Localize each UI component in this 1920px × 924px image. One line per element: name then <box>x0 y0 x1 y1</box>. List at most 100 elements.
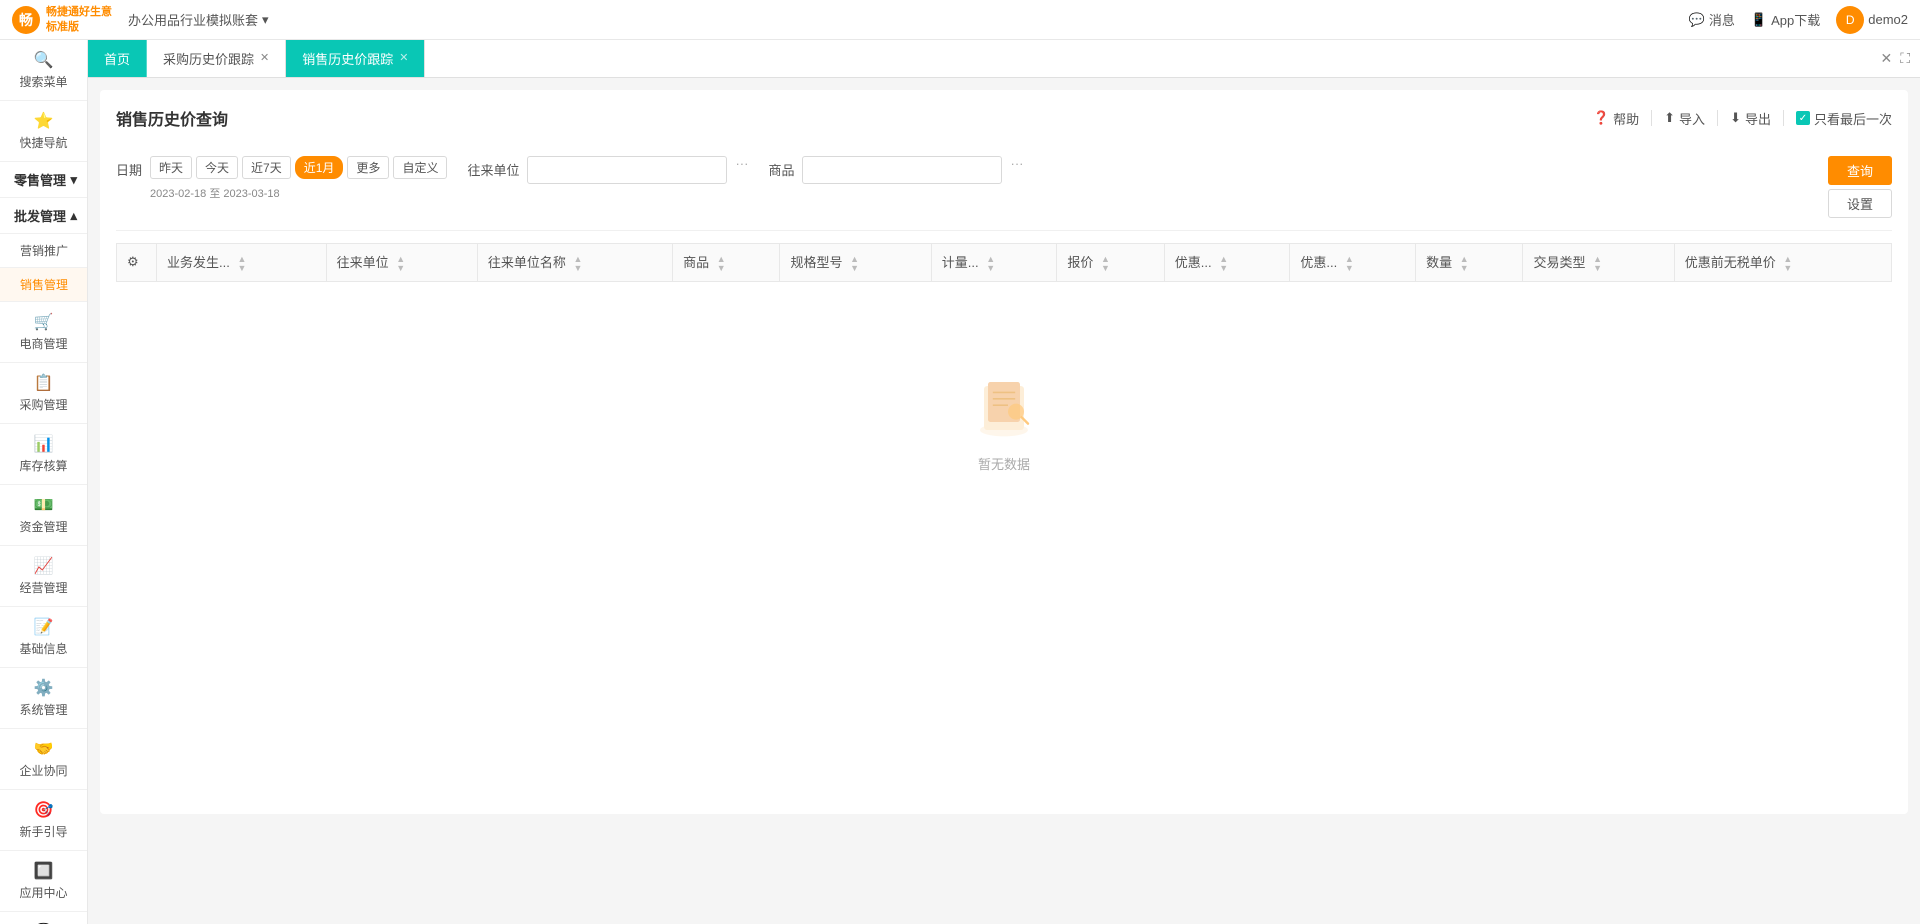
date-btn-yesterday[interactable]: 昨天 <box>150 156 192 179</box>
sidebar-label-retail: 零售管理 <box>14 170 66 189</box>
sidebar-item-ecommerce[interactable]: 🛒 电商管理 <box>0 302 87 363</box>
import-icon: ⬆ <box>1664 110 1675 126</box>
col-price[interactable]: 报价 ▲▼ <box>1057 244 1164 282</box>
system-icon: ⚙️ <box>34 678 54 698</box>
sidebar-label-ecommerce: 电商管理 <box>19 335 67 352</box>
tab-close-all-button[interactable]: ✕ <box>1880 50 1892 67</box>
data-table: ⚙ 业务发生... ▲▼ 往来单位 ▲▼ 往来单位名称 <box>116 243 1892 282</box>
date-btn-custom[interactable]: 自定义 <box>393 156 447 179</box>
table-header-row: ⚙ 业务发生... ▲▼ 往来单位 ▲▼ 往来单位名称 <box>117 244 1892 282</box>
app-icon: 📱 <box>1751 12 1767 28</box>
sidebar-item-retail[interactable]: 零售管理 ▾ <box>0 162 87 198</box>
app-download-button[interactable]: 📱 App下载 <box>1751 10 1820 29</box>
wholesale-expand-icon: ▴ <box>70 208 77 224</box>
tab-purchase-history-label: 采购历史价跟踪 <box>163 49 254 68</box>
help-label: 帮助 <box>1613 109 1639 128</box>
sort-goods: ▲▼ <box>717 255 726 273</box>
last-once-checkbox[interactable]: ✓ <box>1796 111 1810 125</box>
col-goods[interactable]: 商品 ▲▼ <box>673 244 780 282</box>
date-filter-group: 日期 昨天 今天 近7天 近1月 更多 自定义 2023-02-18 至 202… <box>116 156 447 201</box>
col-qty[interactable]: 数量 ▲▼ <box>1416 244 1523 282</box>
tab-fullscreen-button[interactable]: ⛶ <box>1900 50 1910 67</box>
ecommerce-icon: 🛒 <box>34 312 54 332</box>
sort-discount2: ▲▼ <box>1345 255 1354 273</box>
col-partner-name[interactable]: 往来单位名称 ▲▼ <box>477 244 672 282</box>
sidebar-item-collaboration[interactable]: 🤝 企业协同 <box>0 729 87 790</box>
date-btn-7days[interactable]: 近7天 <box>242 156 291 179</box>
last-once-area[interactable]: ✓ 只看最后一次 <box>1796 109 1892 128</box>
tab-purchase-history[interactable]: 采购历史价跟踪 ✕ <box>147 40 286 77</box>
sidebar-item-search[interactable]: 🔍 搜索菜单 <box>0 40 87 101</box>
col-spec[interactable]: 规格型号 ▲▼ <box>780 244 931 282</box>
retail-expand-icon: ▾ <box>70 172 77 188</box>
col-partner-code[interactable]: 往来单位 ▲▼ <box>326 244 477 282</box>
sidebar-label-search: 搜索菜单 <box>19 73 67 90</box>
sidebar-item-system[interactable]: ⚙️ 系统管理 <box>0 668 87 729</box>
sidebar-item-finance[interactable]: 💵 资金管理 <box>0 485 87 546</box>
col-trade-type[interactable]: 交易类型 ▲▼ <box>1523 244 1674 282</box>
action-separator-3 <box>1783 110 1784 126</box>
sidebar-item-inventory[interactable]: 📊 库存核算 <box>0 424 87 485</box>
settings-gear-icon[interactable]: ⚙ <box>127 254 139 269</box>
last-once-label: 只看最后一次 <box>1814 109 1892 128</box>
user-area[interactable]: D demo2 <box>1836 6 1908 34</box>
date-btn-1month[interactable]: 近1月 <box>295 156 344 179</box>
sidebar-item-operations[interactable]: 📈 经营管理 <box>0 546 87 607</box>
date-btn-today[interactable]: 今天 <box>196 156 238 179</box>
action-separator-1 <box>1651 110 1652 126</box>
top-header: 畅 畅捷通好生意 标准版 办公用品行业模拟账套 ▾ 💬 消息 📱 App下载 D… <box>0 0 1920 40</box>
sidebar-item-wechat[interactable]: 💬 企业微信 <box>0 912 87 924</box>
sidebar-item-purchase[interactable]: 📋 采购管理 <box>0 363 87 424</box>
date-options: 昨天 今天 近7天 近1月 更多 自定义 2023-02-18 至 2023-0… <box>150 156 447 201</box>
page-actions: ❓ 帮助 ⬆ 导入 ⬇ 导出 <box>1593 109 1892 128</box>
sidebar-label-guide: 新手引导 <box>19 823 67 840</box>
help-icon: ❓ <box>1593 110 1609 126</box>
page-card: 销售历史价查询 ❓ 帮助 ⬆ 导入 ⬇ <box>100 90 1908 814</box>
export-icon: ⬇ <box>1730 110 1741 126</box>
sidebar-item-shortcuts[interactable]: ⭐ 快捷导航 <box>0 101 87 162</box>
tab-home-label: 首页 <box>104 49 130 68</box>
col-biz-date[interactable]: 业务发生... ▲▼ <box>157 244 327 282</box>
col-discount1[interactable]: 优惠... ▲▼ <box>1164 244 1290 282</box>
tab-purchase-close-icon[interactable]: ✕ <box>260 53 269 64</box>
company-dropdown-icon: ▾ <box>262 12 269 28</box>
partner-input[interactable] <box>527 156 727 184</box>
col-discount2[interactable]: 优惠... ▲▼ <box>1290 244 1416 282</box>
sidebar-item-wholesale[interactable]: 批发管理 ▴ <box>0 198 87 234</box>
tab-home[interactable]: 首页 <box>88 40 147 77</box>
export-button[interactable]: ⬇ 导出 <box>1730 109 1771 128</box>
sidebar-sub-marketing[interactable]: 营销推广 <box>0 234 87 268</box>
sidebar-sub-sales[interactable]: 销售管理 <box>0 268 87 302</box>
partner-dots-icon[interactable]: ··· <box>735 156 748 171</box>
sort-discount1: ▲▼ <box>1219 255 1228 273</box>
settings-button[interactable]: 设置 <box>1828 189 1892 218</box>
message-button[interactable]: 💬 消息 <box>1689 10 1735 29</box>
col-unit[interactable]: 计量... ▲▼ <box>931 244 1057 282</box>
goods-dots-icon[interactable]: ··· <box>1010 156 1023 171</box>
sidebar-item-app-center[interactable]: 🔲 应用中心 <box>0 851 87 912</box>
sort-qty: ▲▼ <box>1460 255 1469 273</box>
header-right: 💬 消息 📱 App下载 D demo2 <box>1689 6 1908 34</box>
sidebar-label-app-center: 应用中心 <box>19 884 67 901</box>
page-title-row: 销售历史价查询 ❓ 帮助 ⬆ 导入 ⬇ <box>116 106 1892 130</box>
sidebar-item-guide[interactable]: 🎯 新手引导 <box>0 790 87 851</box>
import-label: 导入 <box>1679 109 1705 128</box>
sort-partner-code: ▲▼ <box>396 255 405 273</box>
sidebar-label-finance: 资金管理 <box>19 518 67 535</box>
user-name: demo2 <box>1868 12 1908 27</box>
filter-bar: 日期 昨天 今天 近7天 近1月 更多 自定义 2023-02-18 至 202… <box>116 144 1892 231</box>
tab-sales-history[interactable]: 销售历史价跟踪 ✕ <box>286 40 425 77</box>
sidebar-item-basic-info[interactable]: 📝 基础信息 <box>0 607 87 668</box>
shortcuts-icon: ⭐ <box>34 111 54 131</box>
goods-input[interactable] <box>802 156 1002 184</box>
help-button[interactable]: ❓ 帮助 <box>1593 109 1639 128</box>
query-button[interactable]: 查询 <box>1828 156 1892 185</box>
col-no-tax-price[interactable]: 优惠前无税单价 ▲▼ <box>1674 244 1891 282</box>
date-btn-more[interactable]: 更多 <box>347 156 389 179</box>
empty-text: 暂无数据 <box>978 454 1030 473</box>
import-button[interactable]: ⬆ 导入 <box>1664 109 1705 128</box>
company-selector[interactable]: 办公用品行业模拟账套 ▾ <box>120 6 277 33</box>
tab-sales-close-icon[interactable]: ✕ <box>399 53 408 64</box>
tab-bar: 首页 采购历史价跟踪 ✕ 销售历史价跟踪 ✕ ✕ ⛶ <box>88 40 1920 78</box>
sidebar-label-purchase: 采购管理 <box>19 396 67 413</box>
